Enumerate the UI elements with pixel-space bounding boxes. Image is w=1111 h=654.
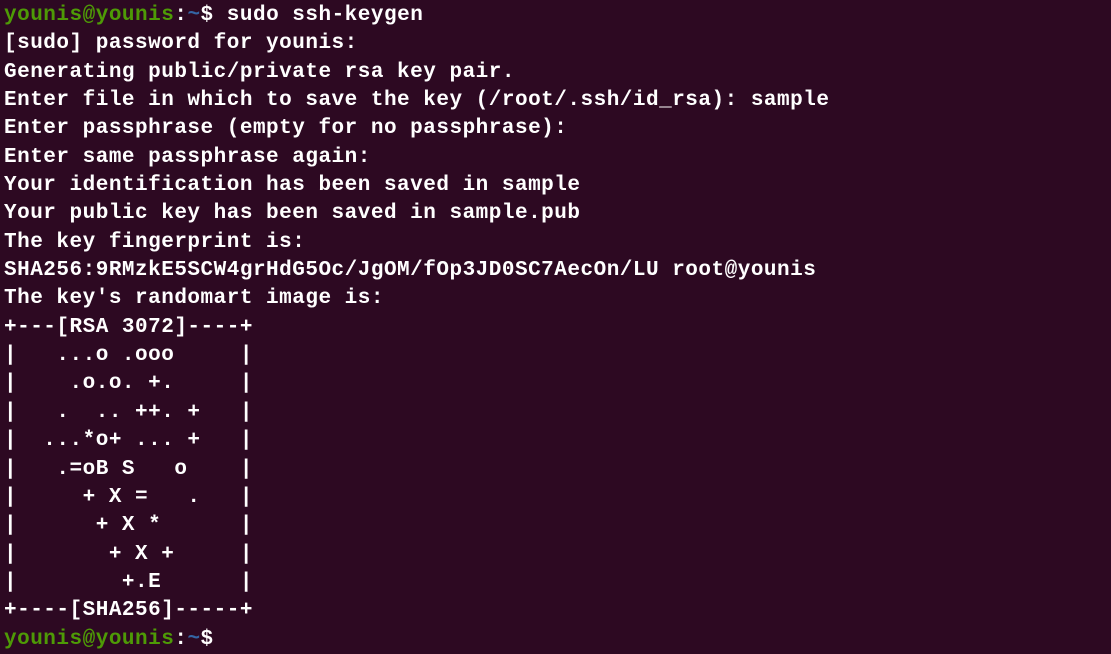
randomart-line: | + X = . | [4,484,1107,512]
randomart-line: | .o.o. +. | [4,370,1107,398]
randomart-line: | . .. ++. + | [4,399,1107,427]
terminal-prompt-line-2[interactable]: younis@younis:~$ [4,626,1107,654]
output-line: Enter passphrase (empty for no passphras… [4,115,1107,143]
prompt-dollar: $ [201,628,214,651]
prompt-path: ~ [187,4,200,27]
command-text: sudo ssh-keygen [227,4,424,27]
randomart-line: | + X * | [4,512,1107,540]
output-line: The key's randomart image is: [4,285,1107,313]
randomart-line: | ...*o+ ... + | [4,427,1107,455]
randomart-line: +----[SHA256]-----+ [4,597,1107,625]
prompt-path: ~ [187,628,200,651]
prompt-dollar: $ [201,4,227,27]
randomart-line: | ...o .ooo | [4,342,1107,370]
prompt-colon: : [174,4,187,27]
terminal-prompt-line-1[interactable]: younis@younis:~$ sudo ssh-keygen [4,2,1107,30]
output-line: Enter file in which to save the key (/ro… [4,87,1107,115]
randomart-line: +---[RSA 3072]----+ [4,314,1107,342]
output-line: SHA256:9RMzkE5SCW4grHdG5Oc/JgOM/fOp3JD0S… [4,257,1107,285]
randomart-line: | + X + | [4,541,1107,569]
output-line: Enter same passphrase again: [4,144,1107,172]
output-line: [sudo] password for younis: [4,30,1107,58]
prompt-user-host: younis@younis [4,628,174,651]
prompt-colon: : [174,628,187,651]
randomart-line: | .=oB S o | [4,456,1107,484]
output-line: Generating public/private rsa key pair. [4,59,1107,87]
output-line: Your identification has been saved in sa… [4,172,1107,200]
prompt-user-host: younis@younis [4,4,174,27]
randomart-line: | +.E | [4,569,1107,597]
output-line: Your public key has been saved in sample… [4,200,1107,228]
output-line: The key fingerprint is: [4,229,1107,257]
